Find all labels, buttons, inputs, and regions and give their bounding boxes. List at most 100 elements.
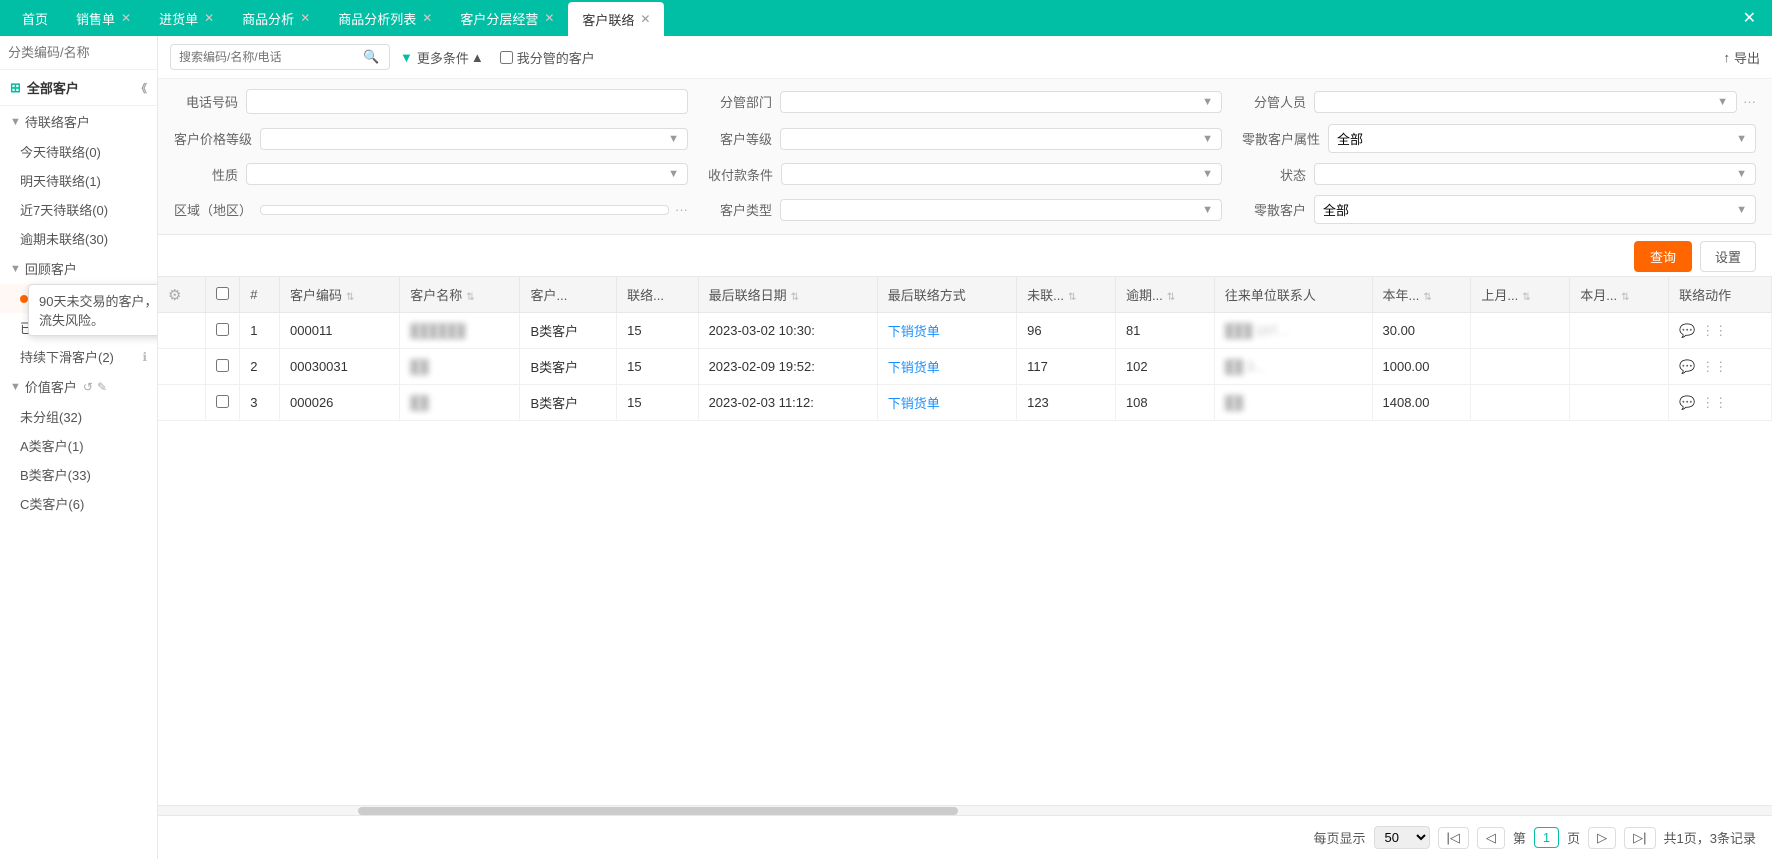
row-checkbox[interactable] xyxy=(206,349,240,385)
sidebar-search-input[interactable] xyxy=(8,45,158,60)
name-col-header[interactable]: 客户名称⇅ xyxy=(400,277,520,313)
status-select[interactable]: ▼ xyxy=(1314,163,1756,185)
row-action[interactable]: 💬 ⋮⋮ xyxy=(1669,349,1772,385)
close-product-analysis-list-tab[interactable]: ✕ xyxy=(422,11,432,25)
sidebar-section-pending[interactable]: ▼ 待联络客户 xyxy=(0,106,157,137)
row-code: 000026 xyxy=(280,385,400,421)
sidebar-item-a-class[interactable]: A类客户(1) xyxy=(0,431,157,460)
settings-col-header[interactable]: ⚙ xyxy=(158,277,206,313)
action-more-icon[interactable]: ⋮⋮ xyxy=(1701,359,1727,375)
refresh-icon[interactable]: ↺ xyxy=(83,380,93,394)
zero-attr-select[interactable]: 全部 ▼ xyxy=(1328,124,1756,153)
tab-product-analysis-list[interactable]: 商品分析列表 ✕ xyxy=(324,0,446,36)
zero-customer-label: 零散客户 xyxy=(1242,200,1314,219)
last-month-col-header[interactable]: 上月...⇅ xyxy=(1471,277,1570,313)
row-last-contact-method[interactable]: 下销货单 xyxy=(877,349,1016,385)
horizontal-scrollbar[interactable] xyxy=(158,805,1772,815)
my-customers-checkbox[interactable] xyxy=(500,51,513,64)
this-year-col-header[interactable]: 本年...⇅ xyxy=(1372,277,1471,313)
action-chat-icon[interactable]: 💬 xyxy=(1679,395,1695,411)
close-customer-layer-tab[interactable]: ✕ xyxy=(544,11,554,25)
tab-customer-layer[interactable]: 客户分层经营 ✕ xyxy=(446,0,568,36)
row-last-contact-method[interactable]: 下销货单 xyxy=(877,385,1016,421)
row-action[interactable]: 💬 ⋮⋮ xyxy=(1669,313,1772,349)
nature-select[interactable]: ▼ xyxy=(246,163,688,185)
code-col-header[interactable]: 客户编码⇅ xyxy=(280,277,400,313)
close-sales-tab[interactable]: ✕ xyxy=(121,11,131,25)
phone-input[interactable] xyxy=(246,89,688,114)
filter-search-box[interactable]: 🔍 xyxy=(170,44,390,70)
prev-page-btn[interactable]: ◁ xyxy=(1477,827,1505,849)
row-last-contact-method[interactable]: 下销货单 xyxy=(877,313,1016,349)
region-select[interactable] xyxy=(260,205,669,215)
query-button[interactable]: 查询 xyxy=(1634,241,1692,272)
close-window[interactable]: ✕ xyxy=(1735,8,1764,28)
row-last-contact-date: 2023-02-03 11:12: xyxy=(698,385,877,421)
sidebar-item-overdue[interactable]: 逾期未联络(30) xyxy=(0,224,157,253)
sidebar-item-declining[interactable]: 持续下滑客户(2) ℹ xyxy=(0,342,157,371)
nature-label: 性质 xyxy=(174,165,246,184)
row-unit-contact: ███ 107... xyxy=(1214,313,1372,349)
row-contact: 15 xyxy=(617,385,698,421)
close-purchase-tab[interactable]: ✕ xyxy=(204,11,214,25)
sidebar-item-today[interactable]: 今天待联络(0) xyxy=(0,137,157,166)
settings-button[interactable]: 设置 xyxy=(1700,241,1756,272)
sort-icon-3: ⇅ xyxy=(791,292,799,303)
filter-search-icon[interactable]: 🔍 xyxy=(363,49,379,65)
person-select[interactable]: ▼ xyxy=(1314,91,1737,113)
tab-sales[interactable]: 销售单 ✕ xyxy=(62,0,145,36)
tab-product-analysis[interactable]: 商品分析 ✕ xyxy=(228,0,324,36)
per-page-select[interactable]: 50 100 200 xyxy=(1374,826,1430,849)
payment-label: 收付款条件 xyxy=(708,165,781,184)
customer-type-chevron: ▼ xyxy=(1202,204,1213,216)
close-product-analysis-tab[interactable]: ✕ xyxy=(300,11,310,25)
payment-select[interactable]: ▼ xyxy=(781,163,1222,185)
sidebar-search-container: 🔍 xyxy=(0,36,157,70)
filter-my-customers[interactable]: 我分管的客户 xyxy=(500,48,595,67)
zero-customer-select[interactable]: 全部 ▼ xyxy=(1314,195,1756,224)
filter-search-input[interactable] xyxy=(179,50,359,64)
row-checkbox[interactable] xyxy=(206,313,240,349)
no-contact-col-header[interactable]: 未联...⇅ xyxy=(1017,277,1116,313)
sidebar-item-ungroup[interactable]: 未分组(32) xyxy=(0,402,157,431)
tab-customer-contact[interactable]: 客户联络 ✕ xyxy=(568,2,664,36)
last-contact-date-col-header[interactable]: 最后联络日期⇅ xyxy=(698,277,877,313)
last-page-btn[interactable]: ▷| xyxy=(1624,827,1655,849)
action-chat-icon[interactable]: 💬 xyxy=(1679,323,1695,339)
action-more-icon[interactable]: ⋮⋮ xyxy=(1701,323,1727,339)
tab-purchase[interactable]: 进货单 ✕ xyxy=(145,0,228,36)
sidebar-all-customers[interactable]: ⊞ 全部客户 《 xyxy=(0,70,157,106)
row-no-contact: 117 xyxy=(1017,349,1116,385)
scrollbar-thumb[interactable] xyxy=(358,807,958,815)
this-month-col-header[interactable]: 本月...⇅ xyxy=(1570,277,1669,313)
action-more-icon[interactable]: ⋮⋮ xyxy=(1701,395,1727,411)
first-page-btn[interactable]: |◁ xyxy=(1438,827,1469,849)
payment-chevron: ▼ xyxy=(1202,168,1213,180)
sidebar-section-value[interactable]: ▼ 价值客户 ↺ ✎ xyxy=(0,371,157,402)
overdue-col-header[interactable]: 逾期...⇅ xyxy=(1115,277,1214,313)
region-more[interactable]: ··· xyxy=(669,202,688,217)
person-more[interactable]: ··· xyxy=(1737,94,1756,109)
export-button[interactable]: ↑ 导出 xyxy=(1723,48,1760,67)
edit-icon[interactable]: ✎ xyxy=(97,380,107,394)
price-level-select[interactable]: ▼ xyxy=(260,128,688,150)
close-customer-contact-tab[interactable]: ✕ xyxy=(640,12,650,26)
customer-level-select[interactable]: ▼ xyxy=(780,128,1222,150)
action-chat-icon[interactable]: 💬 xyxy=(1679,359,1695,375)
select-all-checkbox[interactable] xyxy=(216,287,229,300)
sidebar-item-7days[interactable]: 近7天待联络(0) xyxy=(0,195,157,224)
dept-select[interactable]: ▼ xyxy=(780,91,1222,113)
filter-more-conditions[interactable]: ▼ 更多条件 ▲ xyxy=(400,48,484,67)
row-settings xyxy=(158,349,206,385)
customer-type-select[interactable]: ▼ xyxy=(780,199,1222,221)
row-checkbox[interactable] xyxy=(206,385,240,421)
sidebar-section-lost[interactable]: ▼ 回顾客户 xyxy=(0,253,157,284)
tab-home[interactable]: 首页 xyxy=(8,0,62,36)
table-row: 1 000011 ██████ B类客户 15 2023-03-02 10:30… xyxy=(158,313,1772,349)
sidebar-item-tomorrow[interactable]: 明天待联络(1) xyxy=(0,166,157,195)
sidebar-item-b-class[interactable]: B类客户(33) xyxy=(0,460,157,489)
settings-gear-icon[interactable]: ⚙ xyxy=(168,287,181,304)
sidebar-item-c-class[interactable]: C类客户(6) xyxy=(0,489,157,518)
next-page-btn[interactable]: ▷ xyxy=(1588,827,1616,849)
row-action[interactable]: 💬 ⋮⋮ xyxy=(1669,385,1772,421)
